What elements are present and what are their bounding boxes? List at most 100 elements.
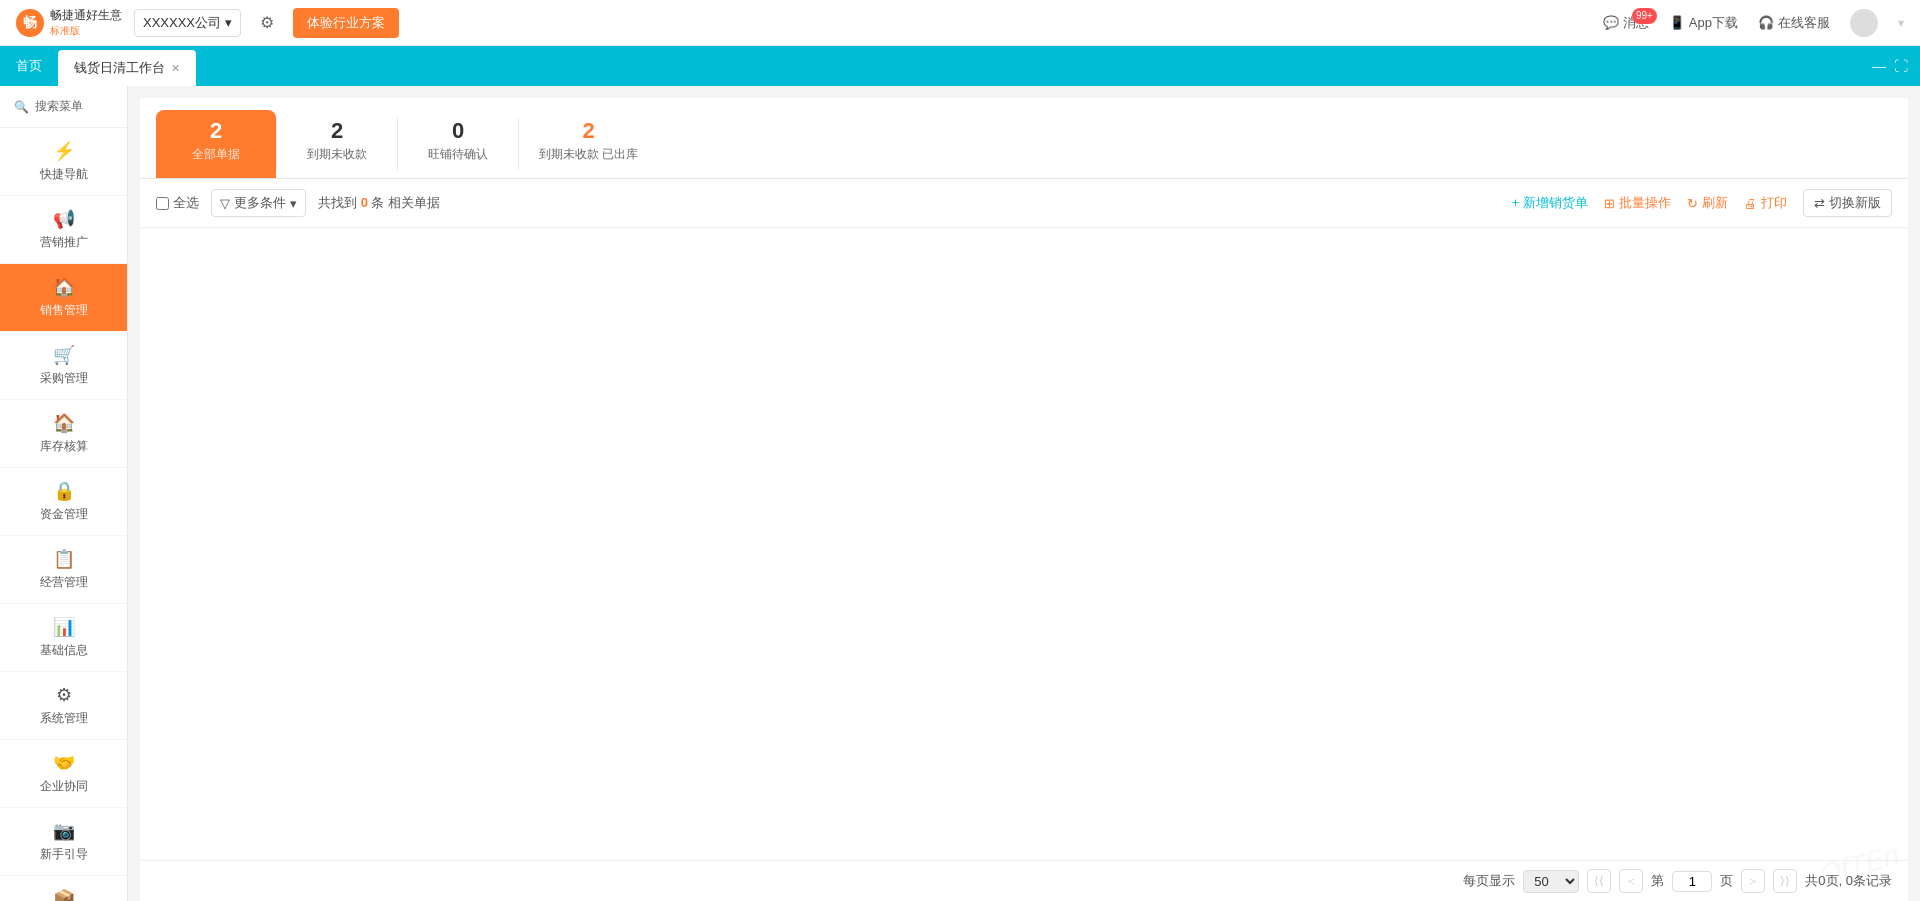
stat-label-pending: 旺铺待确认 [428, 146, 488, 163]
tab-close-icon[interactable]: ✕ [171, 62, 180, 75]
print-btn[interactable]: 🖨 打印 [1744, 194, 1787, 212]
stat-count-overdue-shipped: 2 [583, 118, 595, 144]
select-all-label: 全选 [173, 194, 199, 212]
camera-icon: 📷 [53, 820, 75, 842]
sidebar-item-inventory[interactable]: 🏠 库存核算 [0, 400, 127, 468]
search-menu-btn[interactable]: 🔍 搜索菜单 [10, 94, 117, 119]
message-icon: 💬 [1603, 15, 1619, 30]
search-icon: 🔍 [14, 100, 29, 114]
table-area [140, 228, 1908, 860]
stat-tab-all[interactable]: 2 全部单据 [156, 110, 276, 178]
header-right: 💬 消息 99+ 📱 App下载 🎧 在线客服 ▾ [1603, 9, 1904, 37]
app-download-btn[interactable]: 📱 App下载 [1669, 14, 1738, 32]
add-sales-order-btn[interactable]: + 新增销货单 [1512, 194, 1588, 212]
switch-label: 切换新版 [1829, 194, 1881, 212]
per-page-label: 每页显示 [1463, 872, 1515, 890]
settings-icon-btn[interactable]: ⚙ [253, 9, 281, 37]
sidebar-item-guide[interactable]: 📷 新手引导 [0, 808, 127, 876]
lightning-icon: ⚡ [53, 140, 75, 162]
sidebar-item-quick-nav[interactable]: ⚡ 快捷导航 [0, 128, 127, 196]
sidebar-item-label: 库存核算 [40, 438, 88, 455]
next-page-btn[interactable]: ＞ [1741, 869, 1765, 893]
found-text: 共找到 0 条 相关单据 [318, 194, 440, 212]
sidebar-item-finance[interactable]: 🔒 资金管理 [0, 468, 127, 536]
page-label: 第 [1651, 872, 1664, 890]
sidebar-item-sales[interactable]: 🏠 销售管理 [0, 264, 127, 332]
page-number-input[interactable] [1672, 871, 1712, 892]
service-icon: 🎧 [1758, 15, 1774, 30]
tab-actions: — ⛶ [1872, 58, 1920, 74]
sidebar-item-label: 采购管理 [40, 370, 88, 387]
tab-cash-flow-label: 钱货日清工作台 [74, 59, 165, 77]
toolbar: 全选 ▽ 更多条件 ▾ 共找到 0 条 相关单据 + 新增销货单 ⊞ 批量操作 [140, 179, 1908, 228]
stat-label-overdue: 到期未收款 [307, 146, 367, 163]
online-service-label: 在线客服 [1778, 14, 1830, 32]
table-icon: 📊 [53, 616, 75, 638]
found-count: 0 [361, 195, 368, 210]
refresh-btn[interactable]: ↻ 刷新 [1687, 194, 1728, 212]
user-name[interactable]: ▾ [1898, 16, 1904, 30]
cart-icon: 🛒 [53, 344, 75, 366]
stat-tab-overdue-shipped[interactable]: 2 到期未收款 已出库 [519, 110, 658, 178]
sidebar-item-label: 营销推广 [40, 234, 88, 251]
tab-minimize-icon[interactable]: — [1872, 58, 1886, 74]
stat-label-overdue-shipped: 到期未收款 已出库 [539, 146, 638, 163]
stat-count-pending: 0 [452, 118, 464, 144]
tab-bar: 首页 钱货日清工作台 ✕ — ⛶ [0, 46, 1920, 86]
stat-count-all: 2 [210, 118, 222, 144]
logo-icon: 畅 [16, 9, 44, 37]
print-icon: 🖨 [1744, 196, 1757, 211]
logo-text: 畅捷通好生意 标准版 [50, 8, 122, 37]
prev-page-btn[interactable]: ＜ [1619, 869, 1643, 893]
top-header: 畅 畅捷通好生意 标准版 XXXXXX公司 ▾ ⚙ 体验行业方案 💬 消息 99… [0, 0, 1920, 46]
avatar[interactable] [1850, 9, 1878, 37]
tab-home[interactable]: 首页 [0, 46, 58, 86]
message-btn[interactable]: 💬 消息 99+ [1603, 14, 1649, 32]
tab-cash-flow[interactable]: 钱货日清工作台 ✕ [58, 50, 196, 86]
chevron-down-icon: ▾ [225, 15, 232, 30]
sidebar-item-basic-info[interactable]: 📊 基础信息 [0, 604, 127, 672]
stat-count-overdue: 2 [331, 118, 343, 144]
content-area: 2 全部单据 2 到期未收款 0 旺铺待确认 2 到期未收款 已出库 [128, 86, 1920, 901]
per-page-select[interactable]: 50 10 20 100 [1523, 870, 1579, 893]
header-left: 畅 畅捷通好生意 标准版 XXXXXX公司 ▾ ⚙ 体验行业方案 [16, 8, 399, 38]
company-selector[interactable]: XXXXXX公司 ▾ [134, 9, 241, 37]
select-all-checkbox[interactable]: 全选 [156, 194, 199, 212]
online-service-btn[interactable]: 🎧 在线客服 [1758, 14, 1830, 32]
sidebar-item-operations[interactable]: 📋 经营管理 [0, 536, 127, 604]
gear-icon: ⚙ [260, 13, 274, 32]
stat-tab-pending[interactable]: 0 旺铺待确认 [398, 110, 518, 178]
settings-icon: ⚙ [56, 684, 72, 706]
sidebar-item-system[interactable]: ⚙ 系统管理 [0, 672, 127, 740]
last-page-btn[interactable]: ⟩⟩ [1773, 869, 1797, 893]
sidebar-item-marketing[interactable]: 📢 营销推广 [0, 196, 127, 264]
filter-button[interactable]: ▽ 更多条件 ▾ [211, 189, 306, 217]
sidebar-item-purchase[interactable]: 🛒 采购管理 [0, 332, 127, 400]
toolbar-right: + 新增销货单 ⊞ 批量操作 ↻ 刷新 🖨 打印 ⇄ 切换新版 [1512, 189, 1892, 217]
refresh-label: 刷新 [1702, 194, 1728, 212]
total-records: 共0页, 0条记录 [1805, 872, 1892, 890]
company-name: XXXXXX公司 [143, 14, 221, 32]
select-all-input[interactable] [156, 197, 169, 210]
shop-icon: 🏠 [53, 276, 75, 298]
batch-operations-btn[interactable]: ⊞ 批量操作 [1604, 194, 1671, 212]
clipboard-icon: 📋 [53, 548, 75, 570]
trial-button[interactable]: 体验行业方案 [293, 8, 399, 38]
first-page-btn[interactable]: ⟨⟨ [1587, 869, 1611, 893]
stats-tabs: 2 全部单据 2 到期未收款 0 旺铺待确认 2 到期未收款 已出库 [140, 98, 1908, 179]
sidebar-item-label: 新手引导 [40, 846, 88, 863]
search-menu-label: 搜索菜单 [35, 98, 83, 115]
lock-icon: 🔒 [53, 480, 75, 502]
sidebar-item-app-center[interactable]: 📦 应用中心 [0, 876, 127, 901]
megaphone-icon: 📢 [53, 208, 75, 230]
sidebar-item-label: 企业协同 [40, 778, 88, 795]
tab-expand-icon[interactable]: ⛶ [1894, 58, 1908, 74]
add-btn-label: + 新增销货单 [1512, 194, 1588, 212]
filter-label: 更多条件 [234, 194, 286, 212]
switch-version-btn[interactable]: ⇄ 切换新版 [1803, 189, 1892, 217]
sidebar-item-cooperation[interactable]: 🤝 企业协同 [0, 740, 127, 808]
chevron-down-icon: ▾ [290, 196, 297, 211]
sidebar-search-section: 🔍 搜索菜单 [0, 86, 127, 128]
stat-tab-overdue[interactable]: 2 到期未收款 [277, 110, 397, 178]
sidebar-item-label: 系统管理 [40, 710, 88, 727]
